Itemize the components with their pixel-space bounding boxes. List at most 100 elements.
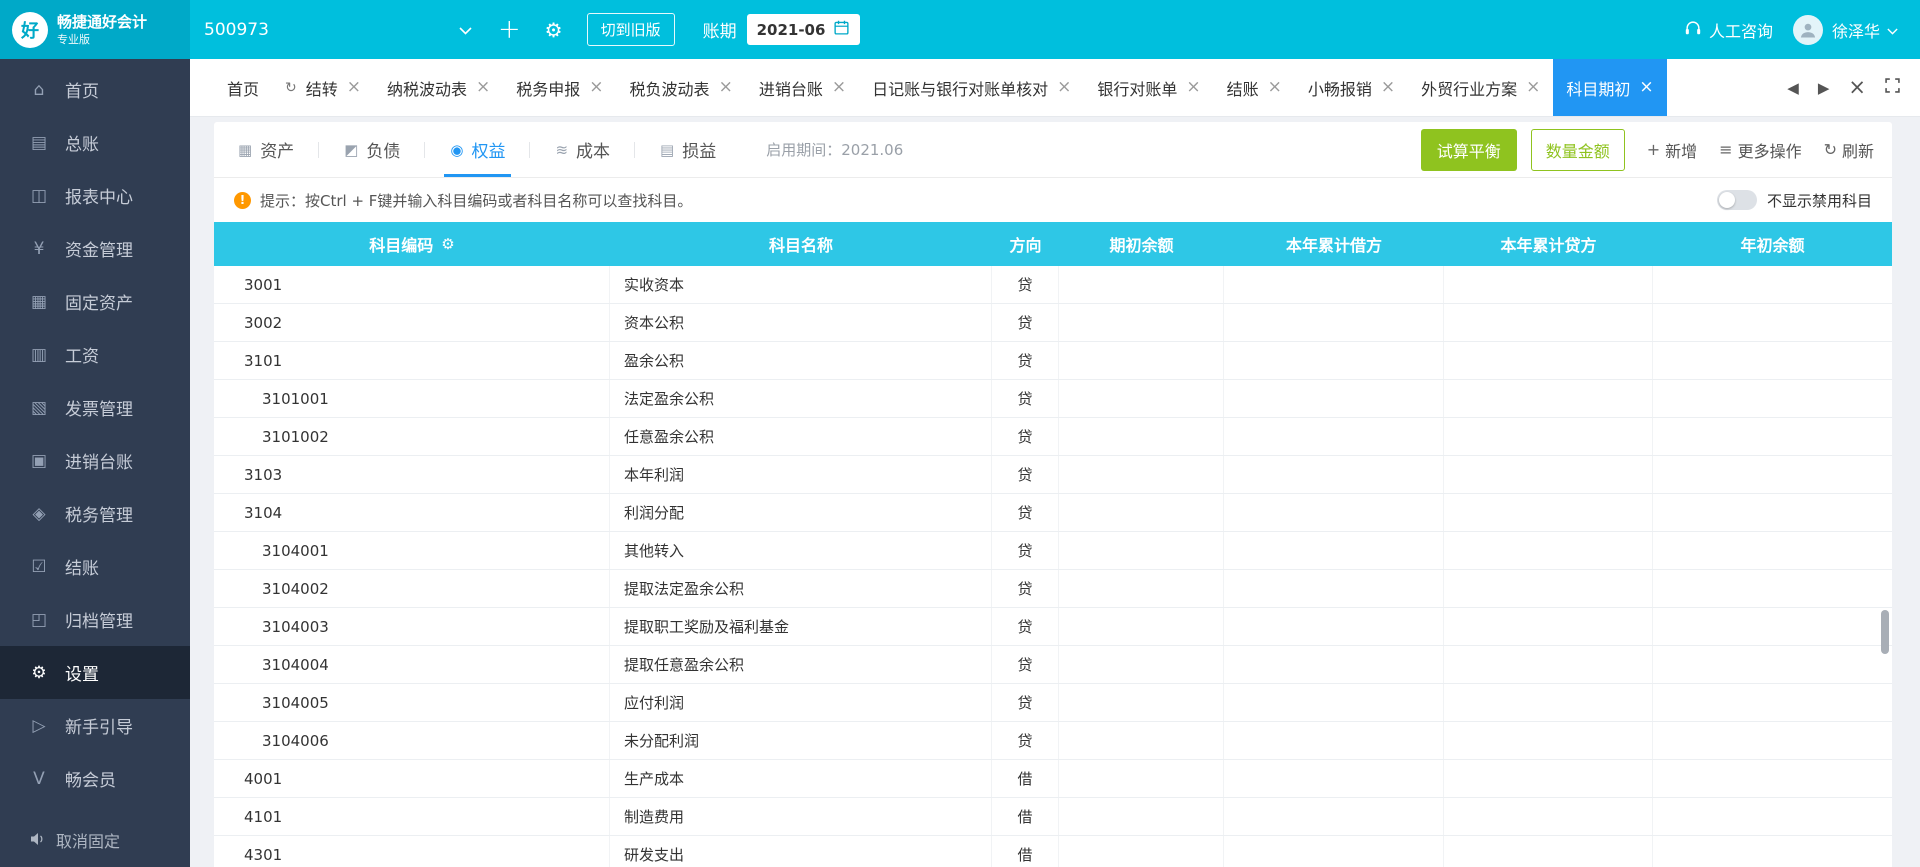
add-account-set-button[interactable]: + [498,16,521,43]
user-menu[interactable]: 徐泽华 [1832,18,1898,42]
tab-close-icon[interactable]: × [832,79,846,96]
tab-close-icon[interactable]: × [1526,79,1540,96]
subtab-liabilities[interactable]: ◩ 负债 [338,122,406,177]
cell-direction: 借 [992,798,1059,835]
tab-close-icon[interactable]: × [1057,79,1071,96]
tab-close-icon[interactable]: × [1381,79,1395,96]
sidebar-item-salary[interactable]: ▥ 工资 [0,328,190,381]
tab-foreign-trade-solution[interactable]: 外贸行业方案 × [1408,59,1553,116]
subtab-profit-loss[interactable]: ▤ 损益 [654,122,722,177]
table-row[interactable]: 3104006 未分配利润贷 [214,722,1892,760]
app-logo[interactable]: 好 畅捷通好会计 专业版 [0,0,190,59]
tab-close-icon[interactable]: × [1268,79,1282,96]
switch-old-version-button[interactable]: 切到旧版 [586,13,675,46]
tab-close-icon[interactable]: × [719,79,733,96]
sidebar-item-beginner-guide[interactable]: ▷ 新手引导 [0,699,190,752]
tab-close-icon[interactable]: × [476,79,490,96]
tab-close-icon[interactable]: × [1186,79,1200,96]
table-row[interactable]: 3101001 法定盈余公积贷 [214,380,1892,418]
tab-scroll-right-icon[interactable]: ▶ [1818,79,1830,97]
col-header-ytd-credit[interactable]: 本年累计贷方 [1444,222,1653,266]
table-row[interactable]: 4301 研发支出借 [214,836,1892,867]
trial-balance-button[interactable]: 试算平衡 [1420,128,1517,171]
column-settings-gear-icon[interactable]: ⚙ [441,235,454,253]
table-row[interactable]: 4001 生产成本借 [214,760,1892,798]
account-select[interactable]: 500973 [204,20,472,40]
tab-close-icon[interactable]: × [1639,79,1653,96]
sidebar-item-settings[interactable]: ⚙ 设置 [0,646,190,699]
sidebar-item-tax-management[interactable]: ◈ 税务管理 [0,487,190,540]
table-row[interactable]: 3101002 任意盈余公积贷 [214,418,1892,456]
support-link[interactable]: 人工咨询 [1684,18,1773,42]
col-header-ytd-debit[interactable]: 本年累计借方 [1224,222,1444,266]
tab-journal-bank-reconciliation[interactable]: 日记账与银行对账单核对 × [859,59,1084,116]
table-row[interactable]: 3104002 提取法定盈余公积贷 [214,570,1892,608]
cell-account-name: 提取职工奖励及福利基金 [610,608,992,645]
quantity-amount-button[interactable]: 数量金额 [1530,128,1625,171]
topbar-settings-gear-icon[interactable]: ⚙ [545,20,563,40]
table-row[interactable]: 3104004 提取任意盈余公积贷 [214,646,1892,684]
sidebar-unpin-button[interactable]: 取消固定 [0,813,190,867]
period-picker[interactable]: 2021-06 [746,14,861,45]
table-row[interactable]: 3104 利润分配贷 [214,494,1892,532]
tab-carryover[interactable]: ↻ 结转 × [272,59,374,116]
sidebar-item-fixed-assets[interactable]: ▦ 固定资产 [0,275,190,328]
col-header-opening-balance[interactable]: 期初余额 [1059,222,1224,266]
table-row[interactable]: 3103 本年利润贷 [214,456,1892,494]
sidebar-item-member[interactable]: Ⅴ 畅会员 [0,752,190,805]
cell-account-name: 提取法定盈余公积 [610,570,992,607]
avatar[interactable] [1792,14,1823,45]
add-new-button[interactable]: + 新增 [1647,138,1697,162]
col-header-account-name[interactable]: 科目名称 [610,222,992,266]
tab-close-icon[interactable]: × [589,79,603,96]
hide-disabled-accounts-toggle[interactable] [1716,190,1757,210]
cell-ytd-debit [1224,456,1444,493]
sidebar-item-invoice-management[interactable]: ▧ 发票管理 [0,381,190,434]
sidebar-item-archive-management[interactable]: ◰ 归档管理 [0,593,190,646]
tab-home[interactable]: 首页 [214,59,272,116]
col-header-direction[interactable]: 方向 [992,222,1059,266]
table-row[interactable]: 3104001 其他转入贷 [214,532,1892,570]
subtab-assets[interactable]: ▦ 资产 [232,122,300,177]
cell-ytd-debit [1224,684,1444,721]
sidebar-item-general-ledger[interactable]: ▤ 总账 [0,116,190,169]
subtab-cost[interactable]: ≋ 成本 [549,122,616,177]
tab-tax-burden-fluctuation[interactable]: 税负波动表 × [617,59,746,116]
support-label: 人工咨询 [1708,21,1773,41]
table-row[interactable]: 3002 资本公积贷 [214,304,1892,342]
table-row[interactable]: 3101 盈余公积贷 [214,342,1892,380]
sidebar-item-report-center[interactable]: ◫ 报表中心 [0,169,190,222]
sidebar-item-purchase-sales-ledger[interactable]: ▣ 进销台账 [0,434,190,487]
tab-label: 科目期初 [1566,79,1631,99]
tab-tax-payment-fluctuation[interactable]: 纳税波动表 × [374,59,503,116]
fullscreen-icon[interactable] [1885,78,1900,97]
refresh-button[interactable]: ↻ 刷新 [1824,138,1874,162]
tab-tax-declaration[interactable]: 税务申报 × [503,59,616,116]
content-area: ▦ 资产 ◩ 负债 ◉ 权益 ≋ 成本 ▤ 损益 启用期间：2021.06 试算平衡 数量金额 +… [190,117,1920,867]
tab-close-icon[interactable]: × [347,79,361,96]
cell-opening-balance [1059,532,1224,569]
table-row[interactable]: 3104003 提取职工奖励及福利基金贷 [214,608,1892,646]
tab-xiaochang-reimbursement[interactable]: 小畅报销 × [1295,59,1408,116]
tab-account-opening-balance[interactable]: 科目期初 × [1553,59,1667,116]
table-row[interactable]: 3104005 应付利润贷 [214,684,1892,722]
col-header-year-begin-balance[interactable]: 年初余额 [1653,222,1892,266]
vertical-scrollbar-thumb[interactable] [1881,610,1889,654]
table-row[interactable]: 4101 制造费用借 [214,798,1892,836]
cell-ytd-credit [1444,836,1653,867]
cell-opening-balance [1059,418,1224,455]
tab-scroll-left-icon[interactable]: ◀ [1787,79,1799,97]
col-header-account-code[interactable]: 科目编码 ⚙ [214,222,610,266]
tab-closing[interactable]: 结账 × [1214,59,1295,116]
sidebar-item-fund-management[interactable]: ¥ 资金管理 [0,222,190,275]
table-row[interactable]: 3001 实收资本贷 [214,266,1892,304]
close-all-tabs-icon[interactable]: × [1848,77,1866,98]
cell-account-name: 资本公积 [610,304,992,341]
sidebar-item-closing[interactable]: ☑ 结账 [0,540,190,593]
more-actions-button[interactable]: ≡ 更多操作 [1719,138,1801,162]
subtab-equity[interactable]: ◉ 权益 [444,122,512,177]
sidebar-item-home[interactable]: ⌂ 首页 [0,63,190,116]
tab-purchase-sales-ledger[interactable]: 进销台账 × [746,59,859,116]
cell-year-begin-balance [1653,570,1892,607]
tab-bank-statement[interactable]: 银行对账单 × [1084,59,1213,116]
